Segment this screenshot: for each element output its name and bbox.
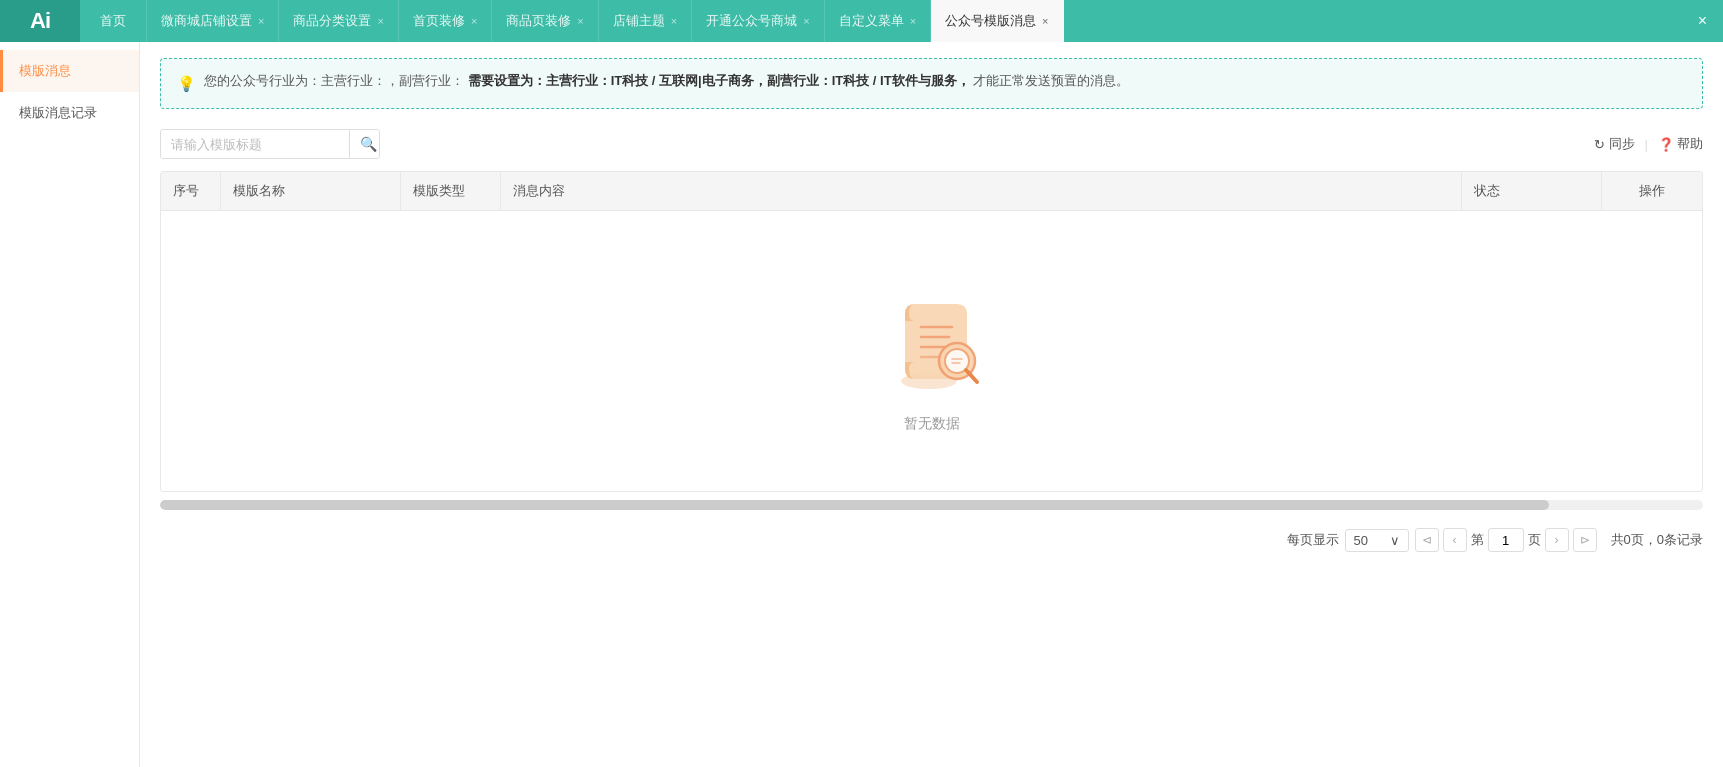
scrollbar-area[interactable]	[160, 500, 1703, 510]
tab-bar: 首页微商城店铺设置×商品分类设置×首页装修×商品页装修×店铺主题×开通公众号商城…	[80, 0, 1682, 42]
notice-box: 💡 您的公众号行业为：主营行业：，副营行业： 需要设置为：主营行业：IT科技 /…	[160, 58, 1703, 109]
chevron-down-icon: ∨	[1390, 533, 1400, 548]
per-page-label: 每页显示	[1287, 531, 1339, 549]
tab-close-home-decoration[interactable]: ×	[471, 15, 477, 27]
tab-home-decoration[interactable]: 首页装修×	[399, 0, 492, 42]
per-page-value: 50	[1354, 533, 1368, 548]
per-page-select[interactable]: 50 ∨	[1345, 529, 1409, 552]
pagination: 每页显示 50 ∨ ⊲ ‹ 第 页 › ⊳ 共0页，0条记录	[160, 518, 1703, 556]
tab-template-msg[interactable]: 公众号模版消息×	[931, 0, 1063, 42]
th-content: 消息内容	[501, 172, 1462, 210]
empty-icon	[877, 289, 987, 399]
content-area: 💡 您的公众号行业为：主营行业：，副营行业： 需要设置为：主营行业：IT科技 /…	[140, 42, 1723, 767]
toolbar-divider: |	[1645, 137, 1648, 152]
search-button[interactable]: 🔍	[349, 130, 380, 158]
empty-state: 暂无数据	[161, 211, 1702, 491]
help-label: 帮助	[1677, 135, 1703, 153]
tab-close-shop-settings[interactable]: ×	[258, 15, 264, 27]
th-seq: 序号	[161, 172, 221, 210]
tab-close-store-theme[interactable]: ×	[671, 15, 677, 27]
th-status: 状态	[1462, 172, 1602, 210]
tab-home[interactable]: 首页	[80, 0, 147, 42]
top-nav: Ai 首页微商城店铺设置×商品分类设置×首页装修×商品页装修×店铺主题×开通公众…	[0, 0, 1723, 42]
app-logo: Ai	[0, 0, 80, 42]
notice-highlight: 需要设置为：主营行业：IT科技 / 互联网|电子商务，副营行业：IT科技 / I…	[468, 73, 970, 88]
sync-button[interactable]: ↻ 同步	[1594, 135, 1635, 153]
sidebar-item-template-msg-record[interactable]: 模版消息记录	[0, 92, 139, 134]
tab-close-template-msg[interactable]: ×	[1042, 15, 1048, 27]
tab-close-product-decoration[interactable]: ×	[577, 15, 583, 27]
first-page-button[interactable]: ⊲	[1415, 528, 1439, 552]
search-input[interactable]	[161, 131, 349, 158]
total-info: 共0页，0条记录	[1611, 531, 1703, 549]
page-nav: ⊲ ‹ 第 页 › ⊳	[1415, 528, 1597, 552]
notice-icon: 💡	[177, 72, 196, 96]
sidebar-item-template-msg[interactable]: 模版消息	[0, 50, 139, 92]
tab-store-theme[interactable]: 店铺主题×	[599, 0, 692, 42]
tab-category-settings[interactable]: 商品分类设置×	[279, 0, 398, 42]
last-page-button[interactable]: ⊳	[1573, 528, 1597, 552]
page-label-pre: 第	[1471, 531, 1484, 549]
sidebar: 模版消息模版消息记录	[0, 42, 140, 767]
notice-text: 您的公众号行业为：主营行业：，副营行业： 需要设置为：主营行业：IT科技 / 互…	[204, 71, 1129, 92]
table-header: 序号 模版名称 模版类型 消息内容 状态 操作	[161, 172, 1702, 211]
sync-icon: ↻	[1594, 137, 1605, 152]
tab-close-category-settings[interactable]: ×	[377, 15, 383, 27]
data-table: 序号 模版名称 模版类型 消息内容 状态 操作	[160, 171, 1703, 492]
next-page-button[interactable]: ›	[1545, 528, 1569, 552]
help-button[interactable]: ❓ 帮助	[1658, 135, 1703, 153]
tab-custom-menu[interactable]: 自定义菜单×	[825, 0, 931, 42]
help-icon: ❓	[1658, 137, 1674, 152]
tab-product-decoration[interactable]: 商品页装修×	[492, 0, 598, 42]
th-action: 操作	[1602, 172, 1702, 210]
toolbar-right: ↻ 同步 | ❓ 帮助	[1594, 135, 1703, 153]
global-close-button[interactable]: ×	[1682, 12, 1723, 30]
tab-close-open-store[interactable]: ×	[803, 15, 809, 27]
page-input[interactable]	[1488, 528, 1524, 552]
main-layout: 模版消息模版消息记录 💡 您的公众号行业为：主营行业：，副营行业： 需要设置为：…	[0, 42, 1723, 767]
prev-page-button[interactable]: ‹	[1443, 528, 1467, 552]
page-label-post: 页	[1528, 531, 1541, 549]
tab-open-store[interactable]: 开通公众号商城×	[692, 0, 824, 42]
th-type: 模版类型	[401, 172, 501, 210]
empty-text: 暂无数据	[904, 415, 960, 433]
search-wrap: 🔍	[160, 129, 380, 159]
page-input-wrap: 第 页	[1471, 528, 1541, 552]
th-name: 模版名称	[221, 172, 401, 210]
scrollbar-thumb[interactable]	[160, 500, 1549, 510]
sync-label: 同步	[1609, 135, 1635, 153]
tab-shop-settings[interactable]: 微商城店铺设置×	[147, 0, 279, 42]
toolbar: 🔍 ↻ 同步 | ❓ 帮助	[160, 129, 1703, 159]
tab-close-custom-menu[interactable]: ×	[910, 15, 916, 27]
